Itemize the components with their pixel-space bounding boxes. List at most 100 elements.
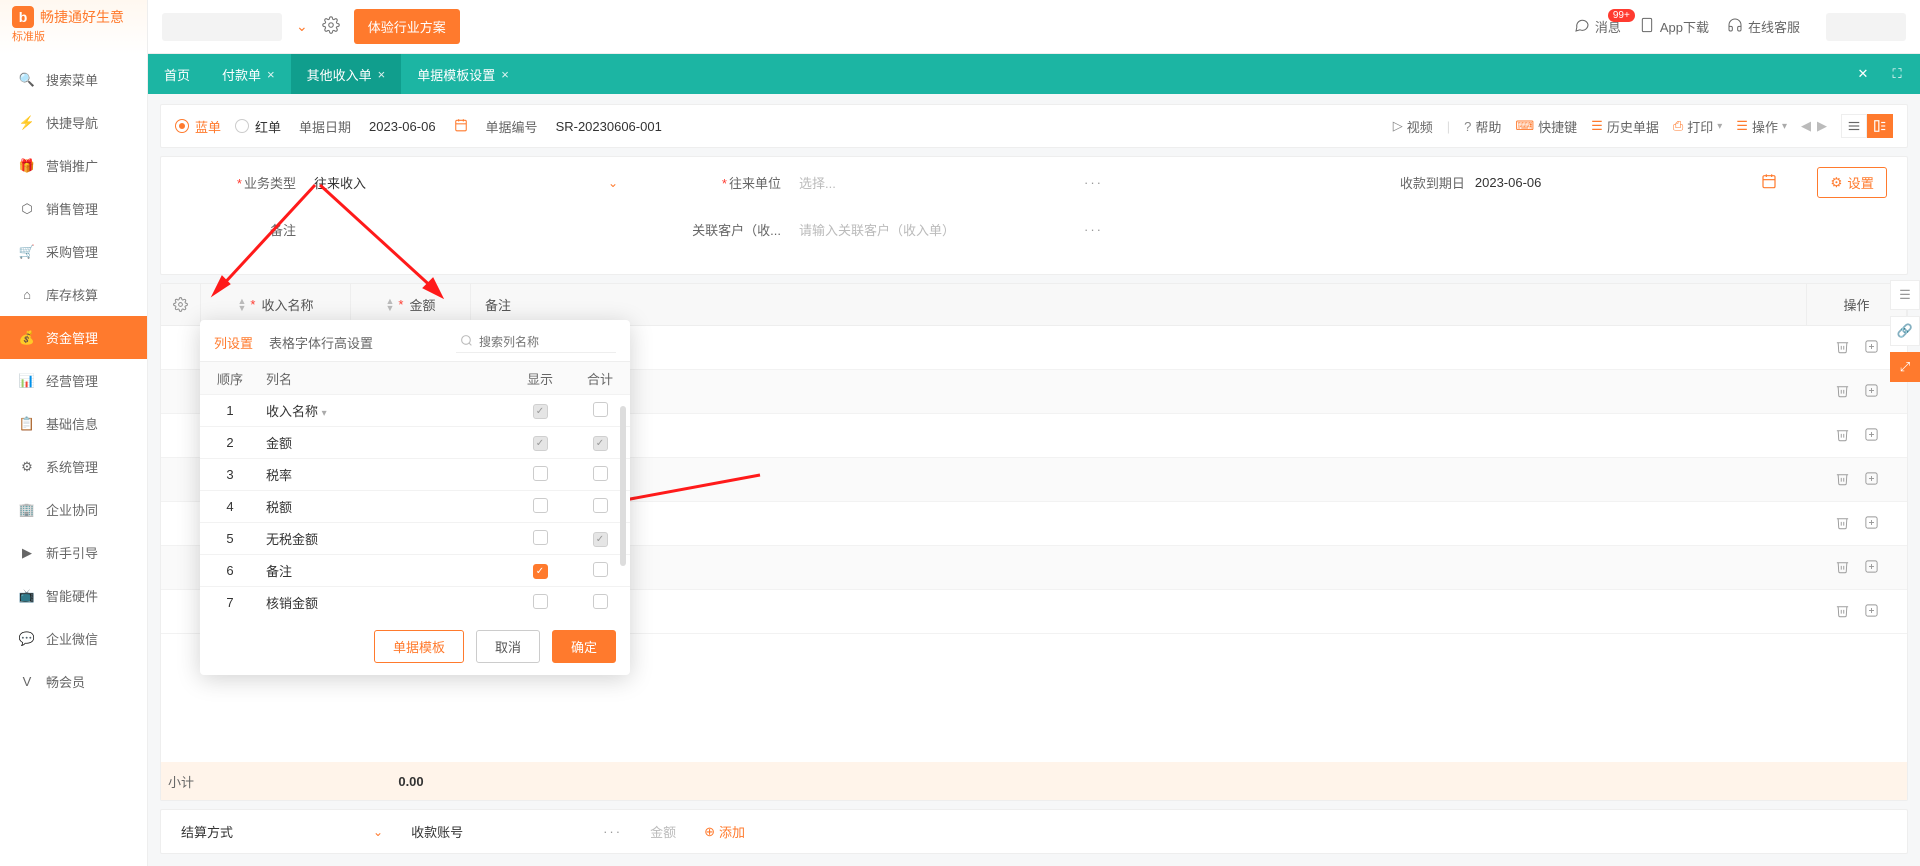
col-income-name[interactable]: ▲▼*收入名称 (201, 284, 351, 325)
popup-tab-columns[interactable]: 列设置 (214, 333, 253, 352)
show-checkbox[interactable] (533, 498, 548, 513)
next-doc-icon[interactable]: ▶ (1817, 118, 1827, 134)
sidebar-item-4[interactable]: 🛒采购管理 (0, 230, 147, 273)
sidebar-item-0[interactable]: 🔍搜索菜单 (0, 58, 147, 101)
viewmode-detail[interactable] (1867, 114, 1893, 138)
delete-row-icon[interactable] (1835, 559, 1850, 577)
popup-ok-button[interactable]: 确定 (552, 630, 616, 663)
tab-close-icon[interactable]: × (378, 67, 386, 82)
column-settings-icon[interactable] (161, 284, 201, 325)
tab-3[interactable]: 单据模板设置× (401, 54, 525, 94)
show-checkbox[interactable] (533, 404, 548, 419)
popup-template-button[interactable]: 单据模板 (374, 630, 464, 663)
sidebar-item-1[interactable]: ⚡快捷导航 (0, 101, 147, 144)
sidebar-item-7[interactable]: 📊经营管理 (0, 359, 147, 402)
show-checkbox[interactable] (533, 564, 548, 579)
sidebar-item-5[interactable]: ⌂库存核算 (0, 273, 147, 316)
tool-note-icon[interactable]: ☰ (1890, 280, 1920, 310)
sidebar-item-8[interactable]: 📋基础信息 (0, 402, 147, 445)
popup-search[interactable] (456, 332, 616, 353)
tab-close-icon[interactable]: × (501, 67, 509, 82)
col-amount[interactable]: ▲▼*金额 (351, 284, 471, 325)
sum-checkbox[interactable] (593, 436, 608, 451)
radio-red[interactable]: 红单 (235, 117, 281, 136)
help-link[interactable]: ?帮助 (1464, 117, 1501, 136)
sum-checkbox[interactable] (593, 562, 608, 577)
delete-row-icon[interactable] (1835, 471, 1850, 489)
col-note[interactable]: 备注 (471, 284, 1807, 325)
add-row-icon[interactable] (1864, 559, 1879, 577)
link-customer-input[interactable]: 请输入关联客户（收入单） ··· (791, 214, 1111, 244)
sum-checkbox[interactable] (593, 466, 608, 481)
add-settlement-link[interactable]: ⊕ 添加 (704, 822, 745, 841)
tool-attach-icon[interactable]: 🔗 (1890, 316, 1920, 346)
biz-type-select[interactable]: 往来收入 ⌄ (306, 168, 626, 198)
sum-checkbox[interactable] (593, 498, 608, 513)
delete-row-icon[interactable] (1835, 427, 1850, 445)
delete-row-icon[interactable] (1835, 383, 1850, 401)
add-row-icon[interactable] (1864, 471, 1879, 489)
delete-row-icon[interactable] (1835, 515, 1850, 533)
add-row-icon[interactable] (1864, 427, 1879, 445)
calendar-icon[interactable] (1761, 173, 1777, 192)
user-area-placeholder[interactable] (1826, 13, 1906, 41)
gear-icon[interactable] (322, 16, 340, 37)
operate-link[interactable]: ☰操作▾ (1736, 117, 1787, 136)
sidebar-item-9[interactable]: ⚙系统管理 (0, 445, 147, 488)
sidebar-item-13[interactable]: 💬企业微信 (0, 617, 147, 660)
sidebar-item-2[interactable]: 🎁营销推广 (0, 144, 147, 187)
note-input[interactable] (306, 214, 626, 244)
print-link[interactable]: ⎙打印▾ (1673, 117, 1722, 136)
delete-row-icon[interactable] (1835, 339, 1850, 357)
expand-icon[interactable]: ⛶ (1884, 61, 1910, 87)
popup-cancel-button[interactable]: 取消 (476, 630, 540, 663)
settings-button[interactable]: ⚙ 设置 (1817, 167, 1887, 198)
tool-expand-icon[interactable]: ⤢ (1890, 352, 1920, 382)
show-checkbox[interactable] (533, 530, 548, 545)
sidebar-item-10[interactable]: 🏢企业协同 (0, 488, 147, 531)
popup-scrollbar[interactable] (620, 406, 626, 566)
popup-tab-font[interactable]: 表格字体行高设置 (269, 333, 373, 352)
partner-select[interactable]: 选择... ··· (791, 168, 1111, 198)
viewmode-list[interactable] (1841, 114, 1867, 138)
show-checkbox[interactable] (533, 466, 548, 481)
delete-row-icon[interactable] (1835, 603, 1850, 621)
chevron-down-icon[interactable]: ▾ (322, 408, 327, 419)
doc-date-value[interactable]: 2023-06-06 (369, 119, 436, 134)
show-checkbox[interactable] (533, 436, 548, 451)
chevron-down-icon[interactable]: ⌄ (373, 825, 383, 839)
video-link[interactable]: ▷视频 (1393, 117, 1433, 136)
sidebar-item-3[interactable]: ⬡销售管理 (0, 187, 147, 230)
tab-1[interactable]: 付款单× (206, 54, 291, 94)
add-row-icon[interactable] (1864, 383, 1879, 401)
add-row-icon[interactable] (1864, 515, 1879, 533)
prev-doc-icon[interactable]: ◀ (1801, 118, 1811, 134)
popup-row: 2 金额 (200, 426, 630, 458)
tab-close-icon[interactable]: × (267, 67, 275, 82)
popup-search-input[interactable] (479, 335, 612, 349)
radio-blue[interactable]: 蓝单 (175, 117, 221, 136)
sum-checkbox[interactable] (593, 402, 608, 417)
sum-checkbox[interactable] (593, 532, 608, 547)
add-row-icon[interactable] (1864, 339, 1879, 357)
sidebar-item-6[interactable]: 💰资金管理 (0, 316, 147, 359)
chevron-down-icon[interactable]: ⌄ (296, 18, 308, 35)
messages-link[interactable]: 消息 99+ (1574, 17, 1621, 36)
shortcut-link[interactable]: ⌨快捷键 (1515, 117, 1577, 136)
tab-2[interactable]: 其他收入单× (291, 54, 402, 94)
close-tab-icon[interactable]: ✕ (1850, 61, 1876, 87)
sidebar-item-14[interactable]: V畅会员 (0, 660, 147, 703)
show-checkbox[interactable] (533, 594, 548, 609)
support-link[interactable]: 在线客服 (1727, 17, 1800, 36)
sidebar-item-12[interactable]: 📺智能硬件 (0, 574, 147, 617)
tab-0[interactable]: 首页 (148, 54, 206, 94)
due-date-value[interactable]: 2023-06-06 (1475, 175, 1542, 190)
add-row-icon[interactable] (1864, 603, 1879, 621)
sum-checkbox[interactable] (593, 594, 608, 609)
calendar-icon[interactable] (454, 118, 468, 135)
sidebar-item-11[interactable]: ▶新手引导 (0, 531, 147, 574)
history-link[interactable]: ☰历史单据 (1591, 117, 1659, 136)
ellipsis-icon[interactable]: ··· (603, 824, 622, 839)
trial-button[interactable]: 体验行业方案 (354, 9, 460, 44)
app-download-link[interactable]: App下载 (1639, 17, 1709, 36)
